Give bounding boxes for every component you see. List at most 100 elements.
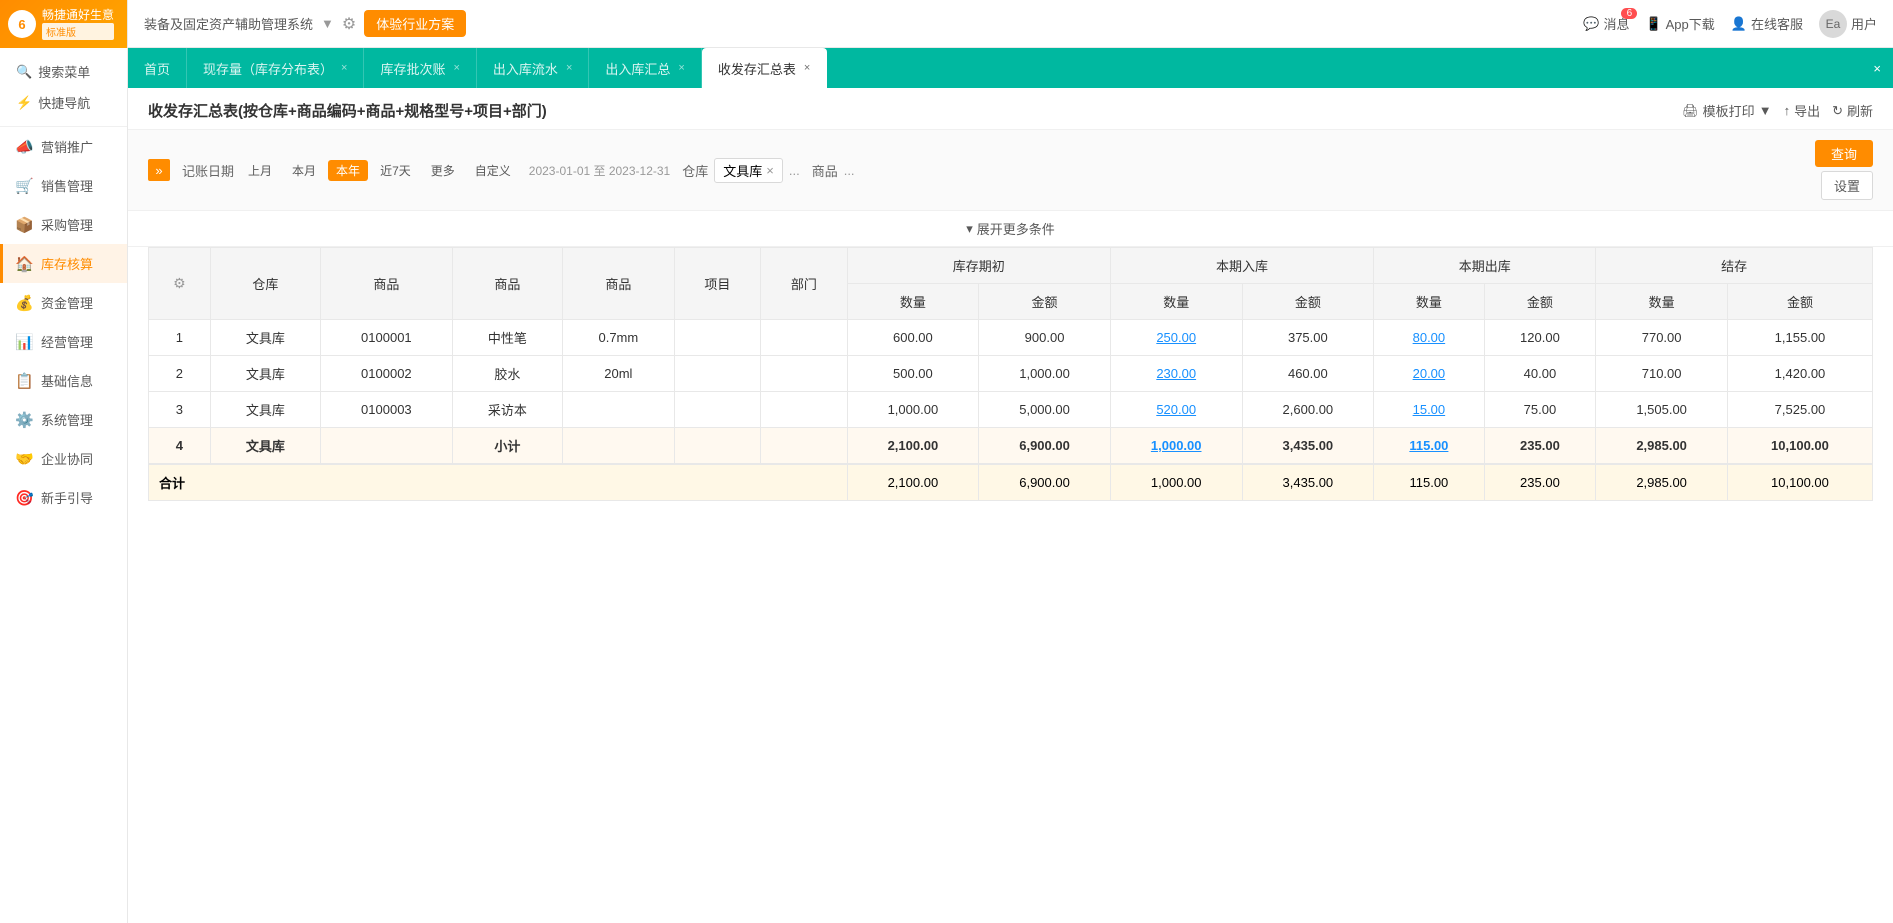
search-menu-label: 搜索菜单 [38,62,90,81]
tab-summary-inout-close[interactable]: × [678,62,684,74]
total-label: 合计 [149,464,848,501]
date-tab-last-month[interactable]: 上月 [240,160,280,181]
date-tab-custom[interactable]: 自定义 [467,160,519,181]
date-tab-more[interactable]: 更多 [423,160,463,181]
filter-expand-btn[interactable]: » [148,159,170,181]
in-qty-link[interactable]: 1,000.00 [1151,438,1202,453]
sidebar-item-purchase-label: 采购管理 [41,215,93,234]
inventory-icon: 🏠 [15,255,33,273]
sidebar-item-guide[interactable]: 🎯 新手引导 [0,478,127,517]
dropdown-arrow-icon[interactable]: ▼ [321,16,334,31]
message-item[interactable]: 💬 消息 6 [1583,14,1629,33]
settings-gear-icon[interactable]: ⚙ [342,14,356,34]
out-qty-link[interactable]: 115.00 [1409,438,1448,453]
tab-stock-dist[interactable]: 现存量（库存分布表） × [187,48,364,88]
tab-summary-inout[interactable]: 出入库汇总 × [589,48,701,88]
total-balance-qty: 2,985.00 [1596,464,1728,501]
tab-batch[interactable]: 库存批次账 × [364,48,476,88]
tab-home[interactable]: 首页 [128,48,187,88]
date-filter-group: 记账日期 上月 本月 本年 近7天 更多 自定义 2023-01-01 至 20… [182,160,670,181]
warehouse-tag: 文具库 × [714,158,783,183]
expand-icon: » [155,163,162,178]
row-balance-amt: 1,420.00 [1727,356,1872,392]
row-name: 采访本 [452,392,562,428]
row-code: 0100003 [321,392,453,428]
sidebar-item-basic-info-label: 基础信息 [41,371,93,390]
out-qty-link[interactable]: 20.00 [1413,366,1446,381]
goods-more-btn[interactable]: ... [844,163,855,178]
close-all-tabs-btn[interactable]: × [1861,48,1893,88]
setting-btn[interactable]: 设置 [1821,171,1873,200]
date-tab-this-month[interactable]: 本月 [284,160,324,181]
row-out-qty: 115.00 [1374,428,1484,465]
total-in-qty: 1,000.00 [1110,464,1242,501]
row-opening-qty: 2,100.00 [847,428,979,465]
refresh-icon: ↻ [1832,103,1843,119]
out-qty-link[interactable]: 15.00 [1413,402,1446,417]
system-icon: ⚙️ [15,411,33,429]
col-project-header: 项目 [674,248,760,320]
row-out-amt: 120.00 [1484,320,1596,356]
row-warehouse: 文具库 [210,428,320,465]
app-download-item[interactable]: 📱 App下载 [1645,14,1714,33]
row-out-qty: 20.00 [1374,356,1484,392]
date-tab-this-year[interactable]: 本年 [328,160,368,181]
online-service-item[interactable]: 👤 在线客服 [1731,14,1803,33]
in-qty-link[interactable]: 520.00 [1156,402,1196,417]
export-btn[interactable]: ↑ 导出 [1784,101,1821,120]
row-in-amt: 2,600.00 [1242,392,1374,428]
trial-btn[interactable]: 体验行业方案 [364,10,466,37]
page-header: 收发存汇总表(按仓库+商品编码+商品+规格型号+项目+部门) 🖨 模板打印 ▼ … [128,88,1893,130]
tab-recv-summary[interactable]: 收发存汇总表 × [702,48,827,88]
sidebar: 6 畅捷通好生意 标准版 🔍 搜索菜单 ⚡ 快捷导航 📣 营销推广 🛒 销售管理… [0,0,128,923]
tab-batch-close[interactable]: × [453,62,459,74]
app-download-label: App下载 [1666,14,1715,33]
tab-recv-summary-close[interactable]: × [804,62,810,74]
sidebar-item-collab[interactable]: 🤝 企业协同 [0,439,127,478]
quick-nav-icon: ⚡ [16,95,32,111]
sidebar-item-operations[interactable]: 📊 经营管理 [0,322,127,361]
guide-icon: 🎯 [15,489,33,507]
sidebar-item-inventory[interactable]: 🏠 库存核算 [0,244,127,283]
row-balance-qty: 710.00 [1596,356,1728,392]
warehouse-remove-btn[interactable]: × [766,163,774,178]
tabs-bar: 首页 现存量（库存分布表） × 库存批次账 × 出入库流水 × 出入库汇总 × … [128,48,1893,88]
col-opening-amt-header: 金额 [979,284,1111,320]
page-title: 收发存汇总表(按仓库+商品编码+商品+规格型号+项目+部门) [148,100,547,121]
export-icon: ↑ [1784,103,1791,118]
user-item[interactable]: Ea 用户 [1819,10,1877,38]
sidebar-item-collab-label: 企业协同 [41,449,93,468]
total-out-qty: 115.00 [1374,464,1484,501]
row-project [674,428,760,465]
warehouse-more-btn[interactable]: ... [789,163,800,178]
tab-stock-dist-close[interactable]: × [341,62,347,74]
out-qty-link[interactable]: 80.00 [1413,330,1446,345]
tab-flow[interactable]: 出入库流水 × [477,48,589,88]
tab-flow-close[interactable]: × [566,62,572,74]
quick-nav-item[interactable]: ⚡ 快捷导航 [8,87,119,118]
row-out-qty: 15.00 [1374,392,1484,428]
expand-more-btn[interactable]: ▾ 展开更多条件 [966,215,1055,242]
total-out-amt: 235.00 [1484,464,1596,501]
template-print-btn[interactable]: 🖨 模板打印 ▼ [1682,101,1771,120]
sidebar-item-purchase[interactable]: 📦 采购管理 [0,205,127,244]
trial-btn-label: 体验行业方案 [376,14,454,33]
date-tab-7days[interactable]: 近7天 [372,160,419,181]
sidebar-item-marketing[interactable]: 📣 营销推广 [0,127,127,166]
quick-nav-label: 快捷导航 [38,93,90,112]
row-warehouse: 文具库 [210,392,320,428]
in-qty-link[interactable]: 250.00 [1156,330,1196,345]
finance-icon: 💰 [15,294,33,312]
sidebar-item-finance[interactable]: 💰 资金管理 [0,283,127,322]
sidebar-item-sales[interactable]: 🛒 销售管理 [0,166,127,205]
refresh-btn[interactable]: ↻ 刷新 [1832,101,1873,120]
query-btn[interactable]: 查询 [1815,140,1873,167]
in-qty-link[interactable]: 230.00 [1156,366,1196,381]
sidebar-item-system[interactable]: ⚙️ 系统管理 [0,400,127,439]
row-opening-qty: 600.00 [847,320,979,356]
sidebar-item-basic-info[interactable]: 📋 基础信息 [0,361,127,400]
row-in-amt: 460.00 [1242,356,1374,392]
goods-label: 商品 [812,161,838,180]
search-menu-item[interactable]: 🔍 搜索菜单 [8,56,119,87]
gear-settings-icon[interactable]: ⚙ [173,275,186,291]
